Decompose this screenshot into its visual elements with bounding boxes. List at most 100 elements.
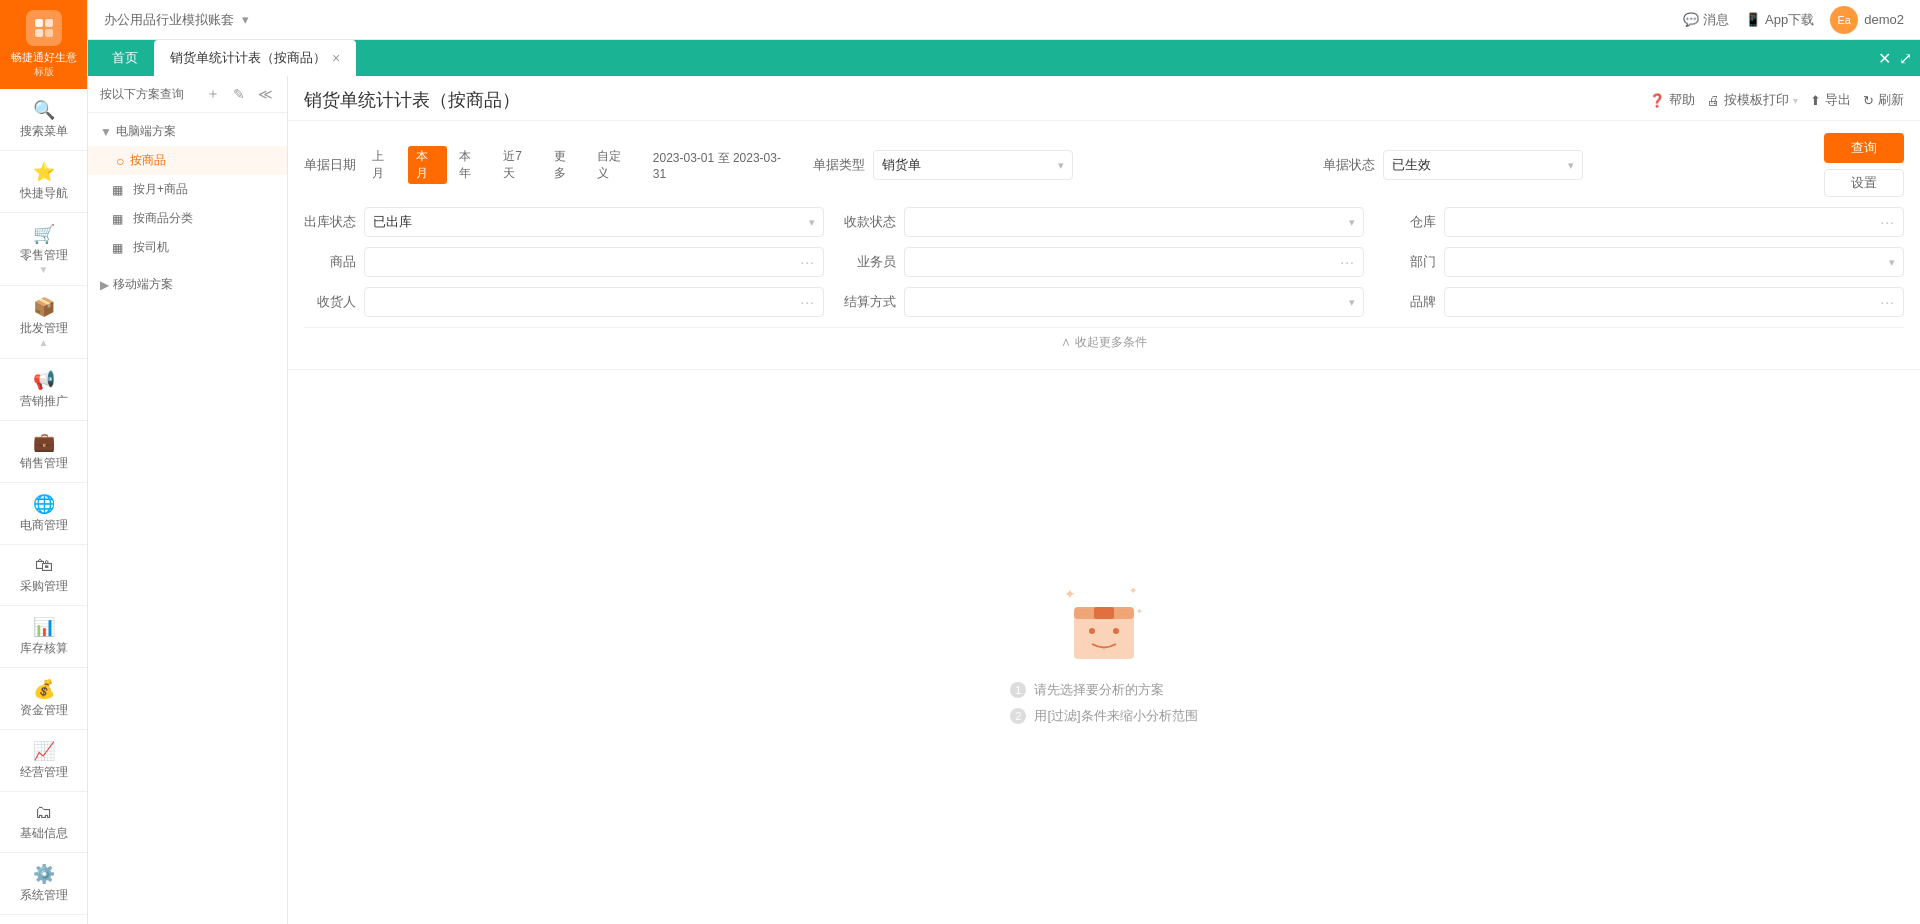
out-status-input[interactable]: 已出库 ▾ [364,207,824,237]
empty-icon: ✦ ✦ ✦ [1054,569,1154,669]
single-type-input[interactable]: 销货单 ▾ [873,150,1073,180]
tab-close-icon[interactable]: × [332,51,340,65]
department-input[interactable]: ▾ [1444,247,1904,277]
sidebar-item-purchase[interactable]: 🛍 采购管理 [0,545,87,606]
date-tab-7days[interactable]: 近7天 [495,146,541,184]
scheme-label-month: 按月+商品 [133,181,188,198]
settings-button[interactable]: 设置 [1824,169,1904,197]
sidebar-label-quick-nav: 快捷导航 [20,185,68,202]
print-label: 按模板打印 [1724,91,1789,109]
tab-home[interactable]: 首页 [96,40,154,76]
tab-close-window[interactable]: ✕ [1878,49,1891,68]
wholesale-arrow: ▲ [39,337,49,348]
sidebar-item-retail[interactable]: 🛒 零售管理 ▼ [0,213,87,286]
date-tab-lastmonth[interactable]: 上月 [364,146,404,184]
page-title: 销货单统计计表（按商品） [304,88,520,112]
single-status-arrow: ▾ [1568,159,1574,172]
sidebar-label-basic: 基础信息 [20,825,68,842]
single-type-arrow: ▾ [1058,159,1064,172]
svg-rect-0 [35,19,43,27]
collapse-label: ∧ 收起更多条件 [1061,334,1146,351]
empty-svg: ✦ ✦ ✦ [1054,569,1154,669]
sidebar-item-basic[interactable]: 🗂 基础信息 [0,792,87,853]
message-link[interactable]: 💬 消息 [1683,11,1729,29]
sidebar-item-inventory[interactable]: 📊 库存核算 [0,606,87,668]
industry-name: 办公用品行业模拟账套 [104,11,234,29]
right-panel: 销货单统计计表（按商品） ❓ 帮助 🖨 按模板打印 ▾ ⬆ 导出 [288,76,1920,924]
date-tab-thismonth[interactable]: 本月 [408,146,448,184]
sidebar-item-search[interactable]: 🔍 搜索菜单 [0,89,87,151]
user-info[interactable]: Ea demo2 [1830,6,1904,34]
sidebar-label-wholesale: 批发管理 [20,320,68,337]
filter-row-4: 收货人 ··· 结算方式 ▾ 品牌 [304,287,1904,317]
sidebar-item-enterprise[interactable]: 🏢 企业协同 [0,915,87,924]
logo-icon [26,10,62,46]
sidebar-item-system[interactable]: ⚙️ 系统管理 [0,853,87,915]
desktop-scheme-header[interactable]: ▼ 电脑端方案 [88,117,287,146]
sidebar-item-ecommerce[interactable]: 🌐 电商管理 [0,483,87,545]
content-area: 按以下方案查询 ＋ ✎ ≪ ▼ 电脑端方案 ○ 按商品 ▦ [88,76,1920,924]
left-panel-header: 按以下方案查询 ＋ ✎ ≪ [88,76,287,113]
date-tab-more[interactable]: 更多 [546,146,586,184]
sidebar-item-wholesale[interactable]: 📦 批发管理 ▲ [0,286,87,359]
scheme-by-month-product[interactable]: ▦ 按月+商品 [88,175,287,204]
search-icon: 🔍 [33,99,55,121]
salesperson-input[interactable]: ··· [904,247,1364,277]
sidebar-item-finance[interactable]: 💰 资金管理 [0,668,87,730]
header-right: 💬 消息 📱 App下载 Ea demo2 [1683,6,1904,34]
help-icon: ❓ [1649,93,1665,108]
add-scheme-btn[interactable]: ＋ [203,84,223,104]
receiver-label: 收货人 [304,293,364,311]
sidebar-label-purchase: 采购管理 [20,578,68,595]
receiver-input[interactable]: ··· [364,287,824,317]
mobile-scheme-group: ▶ 移动端方案 [88,266,287,303]
warehouse-input[interactable]: ··· [1444,207,1904,237]
payment-input[interactable]: ▾ [904,287,1364,317]
app-download-link[interactable]: 📱 App下载 [1745,11,1814,29]
page-actions: ❓ 帮助 🖨 按模板打印 ▾ ⬆ 导出 ↻ 刷新 [1649,91,1904,109]
svg-rect-6 [1094,607,1114,619]
app-logo[interactable]: 畅捷通好生意 标版 [0,0,88,89]
single-status-input[interactable]: 已生效 ▾ [1383,150,1583,180]
edit-scheme-btn[interactable]: ✎ [229,84,249,104]
sidebar-item-marketing[interactable]: 📢 营销推广 [0,359,87,421]
scheme-by-product[interactable]: ○ 按商品 [88,146,287,175]
collapse-bar[interactable]: ∧ 收起更多条件 [304,327,1904,357]
sidebar-item-quick-nav[interactable]: ⭐ 快捷导航 [0,151,87,213]
tip-num-2: 2 [1010,708,1026,724]
export-label: 导出 [1825,91,1851,109]
help-link[interactable]: ❓ 帮助 [1649,91,1695,109]
retail-arrow: ▼ [39,264,49,275]
collect-status-input[interactable]: ▾ [904,207,1364,237]
mobile-scheme-header[interactable]: ▶ 移动端方案 [88,270,287,299]
filter-single-type: 单据类型 销货单 ▾ [813,150,1302,180]
export-link[interactable]: ⬆ 导出 [1810,91,1851,109]
filter-single-status: 单据状态 已生效 ▾ [1323,150,1812,180]
date-tab-custom[interactable]: 自定义 [589,146,641,184]
sidebar-item-sales[interactable]: 💼 销售管理 [0,421,87,483]
page-header: 销货单统计计表（按商品） ❓ 帮助 🖨 按模板打印 ▾ ⬆ 导出 [288,76,1920,121]
scheme-by-driver[interactable]: ▦ 按司机 [88,233,287,262]
product-input[interactable]: ··· [364,247,824,277]
print-link[interactable]: 🖨 按模板打印 ▾ [1707,91,1798,109]
sidebar-label-ecommerce: 电商管理 [20,517,68,534]
brand-input[interactable]: ··· [1444,287,1904,317]
tab-maximize[interactable]: ⤢ [1899,49,1912,68]
purchase-icon: 🛍 [35,555,53,576]
collapse-panel-btn[interactable]: ≪ [255,84,275,104]
query-button[interactable]: 查询 [1824,133,1904,163]
tab-sales-report[interactable]: 销货单统计计表（按商品） × [154,40,356,76]
svg-point-7 [1089,628,1095,634]
date-tab-thisyear[interactable]: 本年 [451,146,491,184]
sidebar-item-operation[interactable]: 📈 经营管理 [0,730,87,792]
dropdown-arrow[interactable]: ▾ [242,12,249,27]
brand-label: 品牌 [1384,293,1444,311]
sidebar-label-retail: 零售管理 [20,247,68,264]
salesperson-dots: ··· [1340,254,1355,270]
system-icon: ⚙️ [33,863,55,885]
scheme-by-category[interactable]: ▦ 按商品分类 [88,204,287,233]
export-icon: ⬆ [1810,93,1821,108]
refresh-link[interactable]: ↻ 刷新 [1863,91,1904,109]
scheme-label-category: 按商品分类 [133,210,193,227]
scheme-icon-product: ○ [116,153,124,169]
